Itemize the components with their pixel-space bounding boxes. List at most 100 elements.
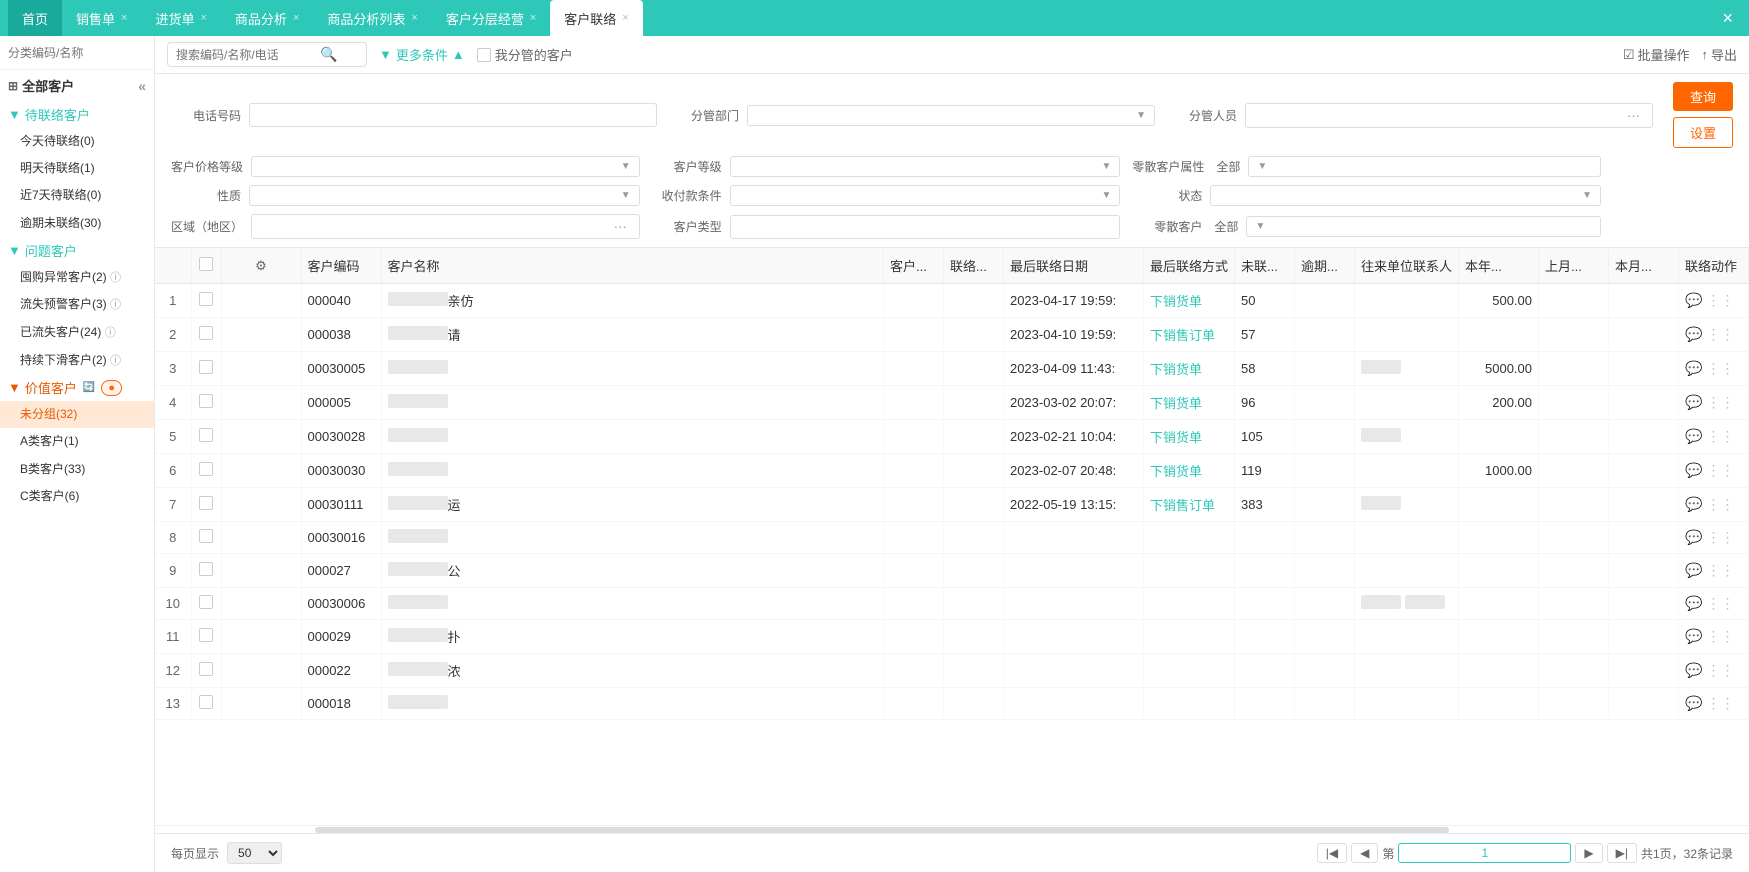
row-checkbox[interactable] bbox=[199, 529, 213, 543]
export-btn[interactable]: ↑ 导出 bbox=[1701, 45, 1737, 64]
row-checkbox[interactable] bbox=[199, 292, 213, 306]
chat-icon[interactable]: 💬 bbox=[1685, 595, 1702, 612]
more-icon[interactable]: ⋮⋮ bbox=[1706, 360, 1734, 377]
page-input[interactable] bbox=[1398, 843, 1571, 863]
td-checkbox[interactable] bbox=[191, 318, 221, 352]
tab-goods-analysis[interactable]: 商品分析 × bbox=[221, 0, 313, 36]
last-method-link[interactable]: 下销货单 bbox=[1150, 396, 1202, 411]
chat-icon[interactable]: 💬 bbox=[1685, 326, 1702, 343]
tab-purchase-close[interactable]: × bbox=[200, 12, 206, 24]
prev-page-btn[interactable]: ◀ bbox=[1351, 843, 1378, 863]
chat-icon[interactable]: 💬 bbox=[1685, 360, 1702, 377]
row-checkbox[interactable] bbox=[199, 462, 213, 476]
td-checkbox[interactable] bbox=[191, 420, 221, 454]
row-checkbox[interactable] bbox=[199, 662, 213, 676]
td-checkbox[interactable] bbox=[191, 620, 221, 654]
td-checkbox[interactable] bbox=[191, 352, 221, 386]
my-customers-checkbox[interactable]: 我分管的客户 bbox=[477, 45, 573, 64]
sidebar-item-class-c[interactable]: C类客户(6) bbox=[0, 483, 154, 510]
tab-goods-analysis-close[interactable]: × bbox=[293, 12, 299, 24]
price-level-select[interactable]: ▼ bbox=[251, 156, 640, 177]
horizontal-scrollbar[interactable] bbox=[155, 825, 1749, 833]
th-settings[interactable]: ⚙ bbox=[221, 248, 301, 284]
search-icon[interactable]: 🔍 bbox=[320, 46, 337, 63]
more-icon[interactable]: ⋮⋮ bbox=[1706, 462, 1734, 479]
chat-icon[interactable]: 💬 bbox=[1685, 628, 1702, 645]
header-checkbox[interactable] bbox=[199, 257, 213, 271]
query-button[interactable]: 查询 bbox=[1673, 82, 1733, 111]
tab-goods-list-close[interactable]: × bbox=[411, 12, 417, 24]
more-icon[interactable]: ⋮⋮ bbox=[1706, 562, 1734, 579]
window-close-button[interactable]: × bbox=[1714, 8, 1741, 29]
scatter-customer-select[interactable]: ▼ bbox=[1246, 216, 1601, 237]
more-icon[interactable]: ⋮⋮ bbox=[1706, 394, 1734, 411]
row-checkbox[interactable] bbox=[199, 360, 213, 374]
row-checkbox[interactable] bbox=[199, 595, 213, 609]
status-select[interactable]: ▼ bbox=[1210, 185, 1601, 206]
last-method-link[interactable]: 下销货单 bbox=[1150, 464, 1202, 479]
sidebar-search-box[interactable]: 🔍 bbox=[0, 36, 154, 70]
next-page-btn[interactable]: ▶ bbox=[1575, 843, 1602, 863]
sidebar-group-pending[interactable]: ▼ 待联络客户 bbox=[0, 101, 154, 128]
td-checkbox[interactable] bbox=[191, 522, 221, 554]
row-checkbox[interactable] bbox=[199, 394, 213, 408]
chat-icon[interactable]: 💬 bbox=[1685, 496, 1702, 513]
dept-select[interactable]: ▼ bbox=[747, 105, 1155, 126]
more-icon[interactable]: ⋮⋮ bbox=[1706, 595, 1734, 612]
th-checkbox[interactable] bbox=[191, 248, 221, 284]
staff-dots[interactable]: ··· bbox=[1623, 108, 1644, 123]
last-method-link[interactable]: 下销货单 bbox=[1150, 430, 1202, 445]
sidebar-item-overdue[interactable]: 逾期未联络(30) bbox=[0, 210, 154, 237]
last-method-link[interactable]: 下销售订单 bbox=[1150, 328, 1215, 343]
more-conditions-btn[interactable]: ▼ 更多条件 ▲ bbox=[379, 45, 465, 64]
chat-icon[interactable]: 💬 bbox=[1685, 292, 1702, 309]
tab-customer-contact-close[interactable]: × bbox=[622, 12, 628, 24]
sidebar-item-class-a[interactable]: A类客户(1) bbox=[0, 428, 154, 455]
nature-select[interactable]: ▼ bbox=[249, 185, 640, 206]
chat-icon[interactable]: 💬 bbox=[1685, 462, 1702, 479]
tab-customer-contact[interactable]: 客户联络 × bbox=[550, 0, 642, 36]
td-checkbox[interactable] bbox=[191, 488, 221, 522]
td-checkbox[interactable] bbox=[191, 654, 221, 688]
more-icon[interactable]: ⋮⋮ bbox=[1706, 628, 1734, 645]
sidebar-item-ungroups[interactable]: 未分组(32) bbox=[0, 401, 154, 428]
more-icon[interactable]: ⋮⋮ bbox=[1706, 428, 1734, 445]
row-checkbox[interactable] bbox=[199, 428, 213, 442]
sidebar-group-problem[interactable]: ▼ 问题客户 bbox=[0, 237, 154, 264]
row-checkbox[interactable] bbox=[199, 496, 213, 510]
last-page-btn[interactable]: ▶| bbox=[1607, 843, 1637, 863]
chat-icon[interactable]: 💬 bbox=[1685, 428, 1702, 445]
settings-icon[interactable]: ⚙ bbox=[255, 258, 267, 273]
td-checkbox[interactable] bbox=[191, 454, 221, 488]
last-method-link[interactable]: 下销货单 bbox=[1150, 362, 1202, 377]
sidebar-collapse-btn[interactable]: « bbox=[138, 78, 146, 94]
staff-select[interactable]: ··· bbox=[1245, 103, 1653, 128]
batch-ops-btn[interactable]: ☑ 批量操作 bbox=[1623, 45, 1690, 64]
region-dots[interactable]: ··· bbox=[610, 219, 631, 234]
sidebar-item-churn-warning[interactable]: 流失预警客户(3) ⓘ bbox=[0, 291, 154, 319]
tab-customer-layer-close[interactable]: × bbox=[530, 12, 536, 24]
sidebar-item-today[interactable]: 今天待联络(0) bbox=[0, 128, 154, 155]
td-checkbox[interactable] bbox=[191, 554, 221, 588]
payment-select[interactable]: ▼ bbox=[730, 185, 1121, 206]
tab-goods-list[interactable]: 商品分析列表 × bbox=[313, 0, 431, 36]
my-customers-check[interactable] bbox=[477, 48, 491, 62]
chat-icon[interactable]: 💬 bbox=[1685, 529, 1702, 546]
search-input[interactable] bbox=[176, 48, 316, 62]
row-checkbox[interactable] bbox=[199, 695, 213, 709]
td-checkbox[interactable] bbox=[191, 284, 221, 318]
more-icon[interactable]: ⋮⋮ bbox=[1706, 496, 1734, 513]
sidebar-item-class-b[interactable]: B类客户(33) bbox=[0, 456, 154, 483]
search-box[interactable]: 🔍 bbox=[167, 42, 367, 67]
tab-sales[interactable]: 销售单 × bbox=[62, 0, 141, 36]
region-select[interactable]: ··· bbox=[251, 214, 640, 239]
tab-sales-close[interactable]: × bbox=[121, 12, 127, 24]
sidebar-item-hoarding[interactable]: 囤购异常客户(2) ⓘ bbox=[0, 264, 154, 292]
more-icon[interactable]: ⋮⋮ bbox=[1706, 695, 1734, 712]
td-checkbox[interactable] bbox=[191, 588, 221, 620]
last-method-link[interactable]: 下销售订单 bbox=[1150, 498, 1215, 513]
row-checkbox[interactable] bbox=[199, 628, 213, 642]
tab-home[interactable]: 首页 bbox=[8, 0, 62, 36]
sidebar-search-input[interactable] bbox=[8, 46, 155, 60]
more-icon[interactable]: ⋮⋮ bbox=[1706, 529, 1734, 546]
